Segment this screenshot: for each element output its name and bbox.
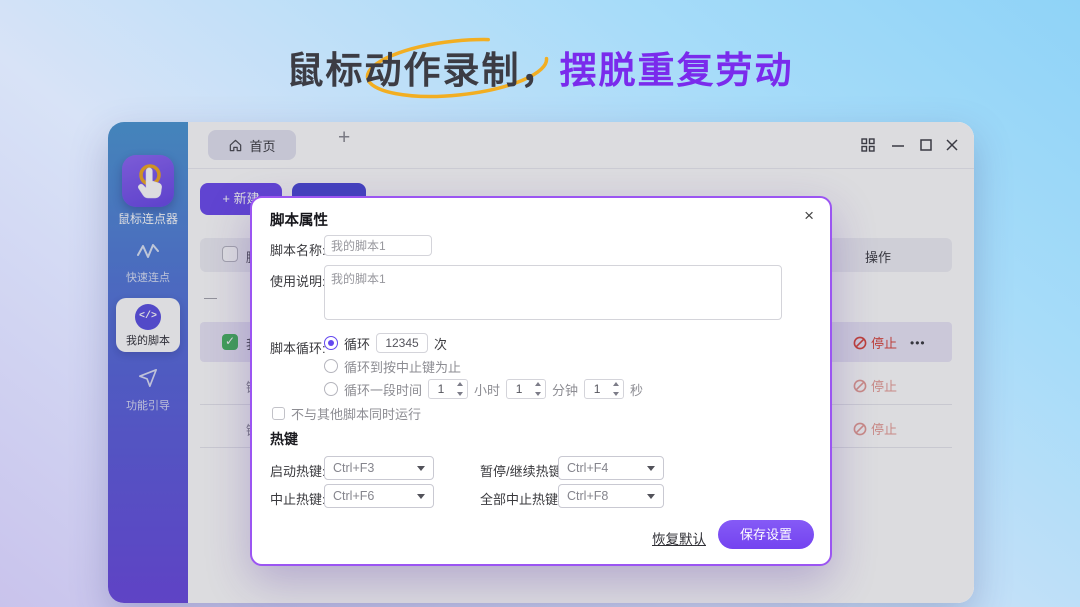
description-label: 使用说明: [270,271,326,290]
exclusive-run-option[interactable]: 不与其他脚本同时运行 [272,403,421,423]
stop-all-hotkey-value: Ctrl+F8 [567,489,608,503]
save-settings-button[interactable]: 保存设置 [718,520,814,549]
script-name-label: 脚本名称: [270,240,326,259]
radio-icon[interactable] [324,382,338,396]
hours-unit: 小时 [474,380,500,399]
restore-defaults-link[interactable]: 恢复默认 [652,528,706,548]
pause-hotkey-select[interactable]: Ctrl+F4 [558,456,664,480]
pause-hotkey-label: 暂停/继续热键: [480,461,565,480]
dialog-title: 脚本属性 [270,209,328,230]
stop-hotkey-select[interactable]: Ctrl+F6 [324,484,434,508]
script-name-input[interactable] [324,235,432,256]
spinner-arrows-icon[interactable] [611,382,621,396]
dialog-close-button[interactable]: × [804,206,814,226]
loop-until-stop-option[interactable]: 循环到按中止键为止 [324,356,461,376]
start-hotkey-label: 启动热键: [270,461,326,480]
loop-duration-label: 循环一段时间 [344,380,422,399]
minutes-unit: 分钟 [552,380,578,399]
spinner-arrows-icon[interactable] [533,382,543,396]
hours-stepper[interactable]: 1 [428,379,468,399]
radio-icon[interactable] [324,359,338,373]
stop-hotkey-label: 中止热键: [270,489,326,508]
hotkey-section-title: 热键 [270,429,298,449]
page-title-accent: 摆脱重复劳动 [560,50,794,91]
spinner-arrows-icon[interactable] [455,382,465,396]
loop-count-option[interactable]: 循环 次 [324,333,447,353]
loop-count-input[interactable] [376,333,428,353]
script-properties-dialog: 脚本属性 × 脚本名称: 使用说明: 我的脚本1 脚本循环: 循环 次 循环到按… [250,196,832,566]
stop-hotkey-value: Ctrl+F6 [333,489,374,503]
start-hotkey-select[interactable]: Ctrl+F3 [324,456,434,480]
loop-label: 脚本循环: [270,338,326,357]
loop-count-suffix: 次 [434,334,447,353]
hours-value: 1 [429,380,453,398]
page-title: 鼠标动作录制，摆脱重复劳动 [0,40,1080,94]
seconds-unit: 秒 [630,380,643,399]
start-hotkey-value: Ctrl+F3 [333,461,374,475]
seconds-stepper[interactable]: 1 [584,379,624,399]
pause-hotkey-value: Ctrl+F4 [567,461,608,475]
exclusive-run-label: 不与其他脚本同时运行 [291,404,421,423]
page-title-dark: 鼠标动作录制， [287,50,560,91]
stop-all-hotkey-select[interactable]: Ctrl+F8 [558,484,664,508]
stop-all-hotkey-label: 全部中止热键: [480,489,562,508]
checkbox-icon[interactable] [272,407,285,420]
minutes-value: 1 [507,380,531,398]
description-textarea[interactable]: 我的脚本1 [324,265,782,320]
loop-until-stop-label: 循环到按中止键为止 [344,357,461,376]
loop-count-prefix: 循环 [344,334,370,353]
radio-selected-icon[interactable] [324,336,338,350]
minutes-stepper[interactable]: 1 [506,379,546,399]
loop-duration-option[interactable]: 循环一段时间 1 小时 1 分钟 1 秒 [324,379,643,399]
seconds-value: 1 [585,380,609,398]
